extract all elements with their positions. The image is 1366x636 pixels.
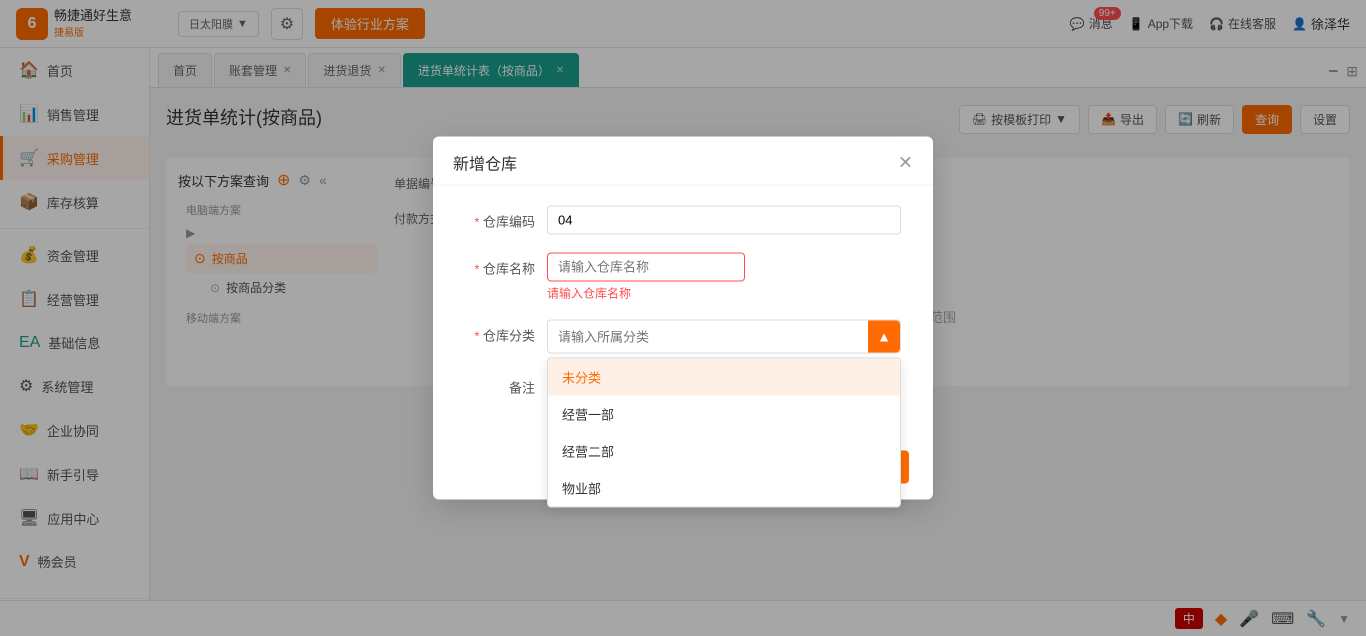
- new-warehouse-modal: 新增仓库 ✕ 仓库编码 仓库名称 请输入仓库名称 仓库分类 ▲: [433, 137, 933, 500]
- modal-title: 新增仓库: [453, 151, 517, 175]
- name-field-wrap: 请输入仓库名称: [547, 253, 901, 302]
- modal-close-button[interactable]: ✕: [898, 152, 913, 173]
- code-input[interactable]: [547, 206, 901, 235]
- form-row-name: 仓库名称 请输入仓库名称: [465, 253, 901, 302]
- modal-body: 仓库编码 仓库名称 请输入仓库名称 仓库分类 ▲ 未分类 经营一部: [433, 186, 933, 439]
- category-input-row: ▲: [547, 320, 901, 354]
- name-input[interactable]: [547, 253, 745, 282]
- form-row-category: 仓库分类 ▲ 未分类 经营一部 经营二部 物业部: [465, 320, 901, 354]
- dropdown-item-dept2[interactable]: 经营二部: [548, 433, 900, 470]
- form-row-code: 仓库编码: [465, 206, 901, 235]
- modal-header: 新增仓库 ✕: [433, 137, 933, 186]
- dropdown-item-dept3[interactable]: 物业部: [548, 470, 900, 507]
- category-label: 仓库分类: [465, 320, 535, 345]
- code-label: 仓库编码: [465, 206, 535, 231]
- name-error-msg: 请输入仓库名称: [547, 285, 901, 302]
- category-field-wrap: ▲ 未分类 经营一部 经营二部 物业部: [547, 320, 901, 354]
- dropdown-item-none[interactable]: 未分类: [548, 359, 900, 396]
- category-dropdown: 未分类 经营一部 经营二部 物业部: [547, 358, 901, 508]
- category-toggle-button[interactable]: ▲: [868, 321, 900, 353]
- notes-label: 备注: [465, 372, 535, 397]
- category-input[interactable]: [548, 323, 868, 350]
- dropdown-item-dept1[interactable]: 经营一部: [548, 396, 900, 433]
- name-label: 仓库名称: [465, 253, 535, 278]
